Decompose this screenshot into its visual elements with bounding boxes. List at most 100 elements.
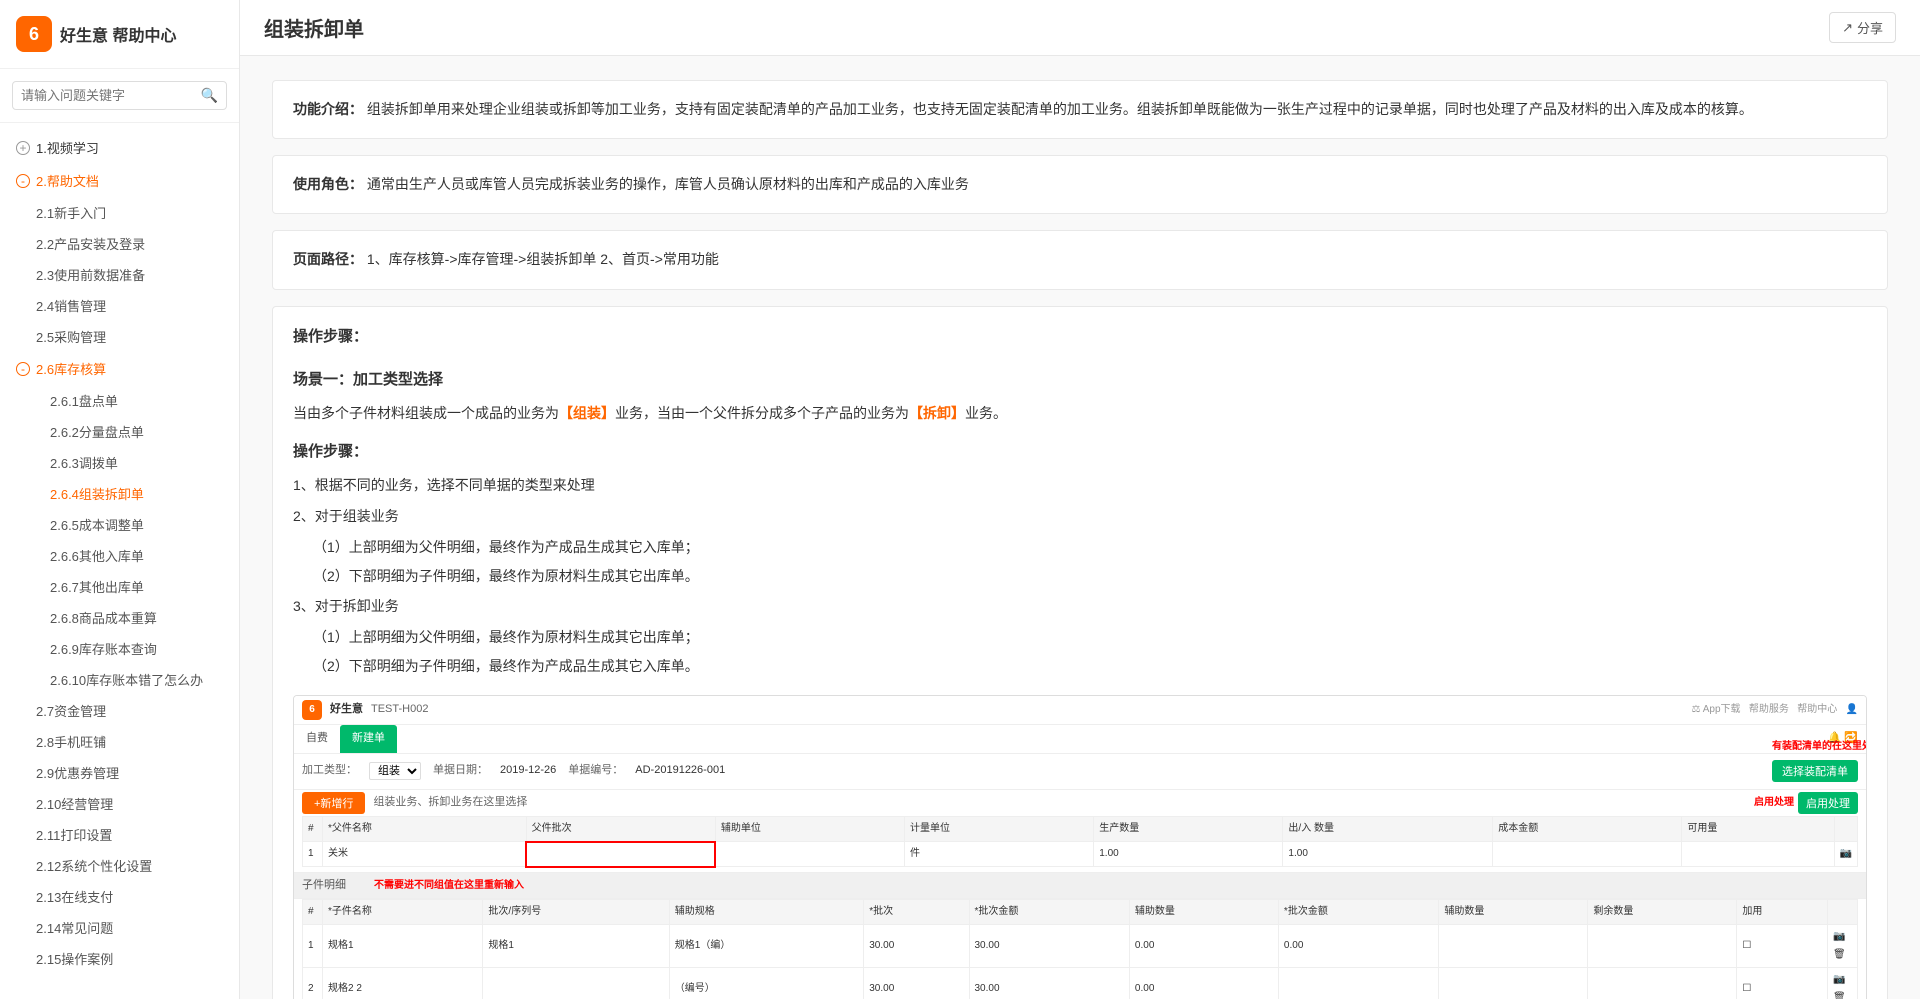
mock-form-no-label: 单据编号： [568, 761, 623, 781]
sidebar-item-2-6-2[interactable]: 2.6.2分量盘点单 [0, 416, 239, 447]
share-button[interactable]: ↗ 分享 [1829, 12, 1896, 43]
sidebar-item-2-6-3[interactable]: 2.6.3调拨单 [0, 447, 239, 478]
mock-titlebar-id: TEST-H002 [371, 700, 428, 720]
step-list: 1、根据不同的业务，选择不同单据的类型来处理 2、对于组装业务 （1）上部明细为… [293, 473, 1867, 679]
sidebar-item-2-6-10[interactable]: 2.6.10库存账本错了怎么办 [0, 664, 239, 695]
sidebar-item-2-13[interactable]: 2.13在线支付 [0, 881, 239, 912]
mock-logo-icon: 6 [302, 700, 322, 720]
mock-btn-enable[interactable]: 启用处理 [1798, 792, 1858, 814]
mock-form-type-label: 加工类型： [302, 761, 357, 781]
sidebar-item-2-7[interactable]: 2.7资金管理 [0, 695, 239, 726]
sidebar-item-2-14[interactable]: 2.14常见问题 [0, 912, 239, 943]
search-box[interactable]: 🔍 [12, 81, 227, 110]
mock-btn-add-row[interactable]: +新增行 [302, 792, 365, 814]
mock-icons: ⚖ App下载 帮助服务 帮助中心 👤 [1692, 701, 1858, 719]
scene-title: 场景一：加工类型选择 [293, 366, 1867, 393]
mock-sub-section-header: 子件明细 不需要进不同组值在这里重新输入 [294, 872, 1866, 900]
logo-text: 好生意 帮助中心 [60, 22, 176, 46]
sidebar-item-2-8[interactable]: 2.8手机旺铺 [0, 726, 239, 757]
mock-parent-table-container: # *父件名称 父件批次 辅助单位 计量单位 生产数量 出/入 数量 成本金额 … [294, 816, 1866, 872]
mock-parent-table: # *父件名称 父件批次 辅助单位 计量单位 生产数量 出/入 数量 成本金额 … [302, 816, 1858, 868]
nav-tree: + 1.视频学习 - 2.帮助文档 2.1新手入门 2.2产品安装及登录 2.3… [0, 123, 239, 982]
sidebar-item-2-6-8[interactable]: 2.6.8商品成本重算 [0, 602, 239, 633]
sidebar-item-2-15[interactable]: 2.15操作案例 [0, 943, 239, 974]
sidebar-subsubitems-2-6: 2.6.1盘点单 2.6.2分量盘点单 2.6.3调拨单 2.6.4组装拆卸单 … [0, 385, 239, 695]
role-box: 使用角色： 通常由生产人员或库管人员完成拆装业务的操作，库管人员确认原材料的出库… [272, 155, 1888, 214]
mock-child-table-container: # *子件名称 批次/序列号 辅助规格 *批次 *批次金额 辅助数量 *批次金额… [294, 899, 1866, 999]
ops-title: 操作步骤： [293, 323, 1867, 350]
sidebar-item-1-label: 1.视频学习 [36, 138, 223, 157]
sidebar-item-2-label: 2.帮助文档 [36, 171, 223, 190]
sidebar-item-2-6-label: 2.6库存核算 [36, 359, 223, 378]
sidebar-item-2-6-4[interactable]: 2.6.4组装拆卸单 [0, 478, 239, 509]
sidebar-item-2-6-9[interactable]: 2.6.9库存账本查询 [0, 633, 239, 664]
sub-step-list-2: （1）上部明细为父件明细，最终作为产成品生成其它入库单； （2）下部明细为子件明… [293, 535, 1867, 589]
table-row: 1 规格1 规格1 规格1（编） 30.00 30.00 0.00 0.00 [303, 925, 1858, 968]
sidebar-item-1[interactable]: + 1.视频学习 [0, 131, 239, 164]
role-label: 使用角色： [293, 176, 363, 192]
page-title: 组装拆卸单 [264, 13, 364, 42]
sidebar-subitems-2: 2.1新手入门 2.2产品安装及登录 2.3使用前数据准备 2.4销售管理 2.… [0, 197, 239, 974]
mock-nav-new[interactable]: 新建单 [340, 725, 397, 753]
top-bar: 组装拆卸单 ↗ 分享 [240, 0, 1920, 56]
ops-box: 操作步骤： 场景一：加工类型选择 当由多个子件材料组装成一个成品的业务为【组装】… [272, 306, 1888, 999]
path-text: 1、库存核算->库存管理->组装拆卸单 2、首页->常用功能 [367, 251, 719, 267]
table-row: 1 关米 件 1.00 1.00 📷 [303, 842, 1858, 867]
mock-form-area: 加工类型： 组装 拆卸 单据日期： 2019-12-26 单据编号： AD-20… [294, 754, 1866, 790]
mock-app-nav: 自费 新建单 🔔 🔁 [294, 725, 1866, 754]
step-3: 3、对于拆卸业务 [293, 594, 1867, 619]
sidebar-item-2-6[interactable]: - 2.6库存核算 2.6.1盘点单 2.6.2分量盘点单 2.6.3调拨单 2… [0, 352, 239, 695]
sidebar-item-2-6-1[interactable]: 2.6.1盘点单 [0, 385, 239, 416]
intro-label: 功能介绍： [293, 101, 363, 117]
annotation-1: 有装配清单的在这里处理 [1772, 738, 1867, 756]
mock-nav-home[interactable]: 自费 [294, 725, 340, 753]
sidebar-item-2-6-5[interactable]: 2.6.5成本调整单 [0, 509, 239, 540]
search-icon[interactable]: 🔍 [201, 87, 218, 104]
mock-form-no: AD-20191226-001 [635, 761, 725, 781]
path-label: 页面路径： [293, 251, 363, 267]
sidebar-item-2-12[interactable]: 2.12系统个性化设置 [0, 850, 239, 881]
intro-box: 功能介绍： 组装拆卸单用来处理企业组装或拆卸等加工业务，支持有固定装配清单的产品… [272, 80, 1888, 139]
mock-title: 好生意 [330, 700, 363, 720]
sidebar-item-2[interactable]: - 2.帮助文档 2.1新手入门 2.2产品安装及登录 2.3使用前数据准备 2… [0, 164, 239, 974]
mock-annotation-usage: 启用处理 [1754, 794, 1794, 812]
sidebar-item-2-5[interactable]: 2.5采购管理 [0, 321, 239, 352]
mock-app: 6 好生意 TEST-H002 ⚖ App下载 帮助服务 帮助中心 👤 自费 新… [294, 696, 1866, 999]
mock-titlebar: 6 好生意 TEST-H002 ⚖ App下载 帮助服务 帮助中心 👤 [294, 696, 1866, 725]
sidebar-item-2-2[interactable]: 2.2产品安装及登录 [0, 228, 239, 259]
share-icon: ↗ [1842, 20, 1853, 36]
path-box: 页面路径： 1、库存核算->库存管理->组装拆卸单 2、首页->常用功能 [272, 230, 1888, 289]
sidebar-item-2-3[interactable]: 2.3使用前数据准备 [0, 259, 239, 290]
expand-icon-1: + [16, 141, 30, 155]
sidebar-item-2-10[interactable]: 2.10经营管理 [0, 788, 239, 819]
main-area: 组装拆卸单 ↗ 分享 功能介绍： 组装拆卸单用来处理企业组装或拆卸等加工业务，支… [240, 0, 1920, 999]
step-2-1: （1）上部明细为父件明细，最终作为产成品生成其它入库单； [313, 535, 1867, 560]
mock-child-table: # *子件名称 批次/序列号 辅助规格 *批次 *批次金额 辅助数量 *批次金额… [302, 899, 1858, 999]
mock-form-type-select[interactable]: 组装 拆卸 [369, 762, 421, 780]
search-input[interactable] [21, 88, 201, 103]
sidebar-item-2-4[interactable]: 2.4销售管理 [0, 290, 239, 321]
screenshot-container: 6 好生意 TEST-H002 ⚖ App下载 帮助服务 帮助中心 👤 自费 新… [293, 695, 1867, 999]
content-area: 功能介绍： 组装拆卸单用来处理企业组装或拆卸等加工业务，支持有固定装配清单的产品… [240, 56, 1920, 999]
step-3-1: （1）上部明细为父件明细，最终作为原材料生成其它出库单； [313, 625, 1867, 650]
sidebar-item-2-6-7[interactable]: 2.6.7其他出库单 [0, 571, 239, 602]
scene-desc: 当由多个子件材料组装成一个成品的业务为【组装】业务，当由一个父件拆分成多个子产品… [293, 401, 1867, 426]
mock-form-date-label: 单据日期： [433, 761, 488, 781]
sidebar-item-2-11[interactable]: 2.11打印设置 [0, 819, 239, 850]
table-row: 2 规格2 2 （编号） 30.00 30.00 0.00 [303, 968, 1858, 999]
collapse-icon-2: - [16, 174, 30, 188]
step-3-2: （2）下部明细为子件明细，最终作为产成品生成其它入库单。 [313, 654, 1867, 679]
sidebar-item-2-6-6[interactable]: 2.6.6其他入库单 [0, 540, 239, 571]
mock-btn-select-bom[interactable]: 选择装配清单 [1772, 760, 1858, 782]
role-text: 通常由生产人员或库管人员完成拆装业务的操作，库管人员确认原材料的出库和产成品的入… [367, 176, 969, 192]
annotation-4: 不需要进不同组值在这里重新输入 [374, 877, 524, 895]
step-1: 1、根据不同的业务，选择不同单据的类型来处理 [293, 473, 1867, 498]
sidebar-item-2-9[interactable]: 2.9优惠券管理 [0, 757, 239, 788]
sidebar-item-2-1[interactable]: 2.1新手入门 [0, 197, 239, 228]
ops-steps-title: 操作步骤： [293, 438, 1867, 465]
share-label: 分享 [1857, 18, 1883, 37]
search-area: 🔍 [0, 69, 239, 123]
intro-text: 组装拆卸单用来处理企业组装或拆卸等加工业务，支持有固定装配清单的产品加工业务，也… [367, 101, 1753, 117]
sidebar: 6 好生意 帮助中心 🔍 + 1.视频学习 - 2.帮助文档 2.1新手入门 2… [0, 0, 240, 999]
mock-section-select: +新增行 组装业务、拆卸业务在这里选择 启用处理 启用处理 [294, 790, 1866, 816]
